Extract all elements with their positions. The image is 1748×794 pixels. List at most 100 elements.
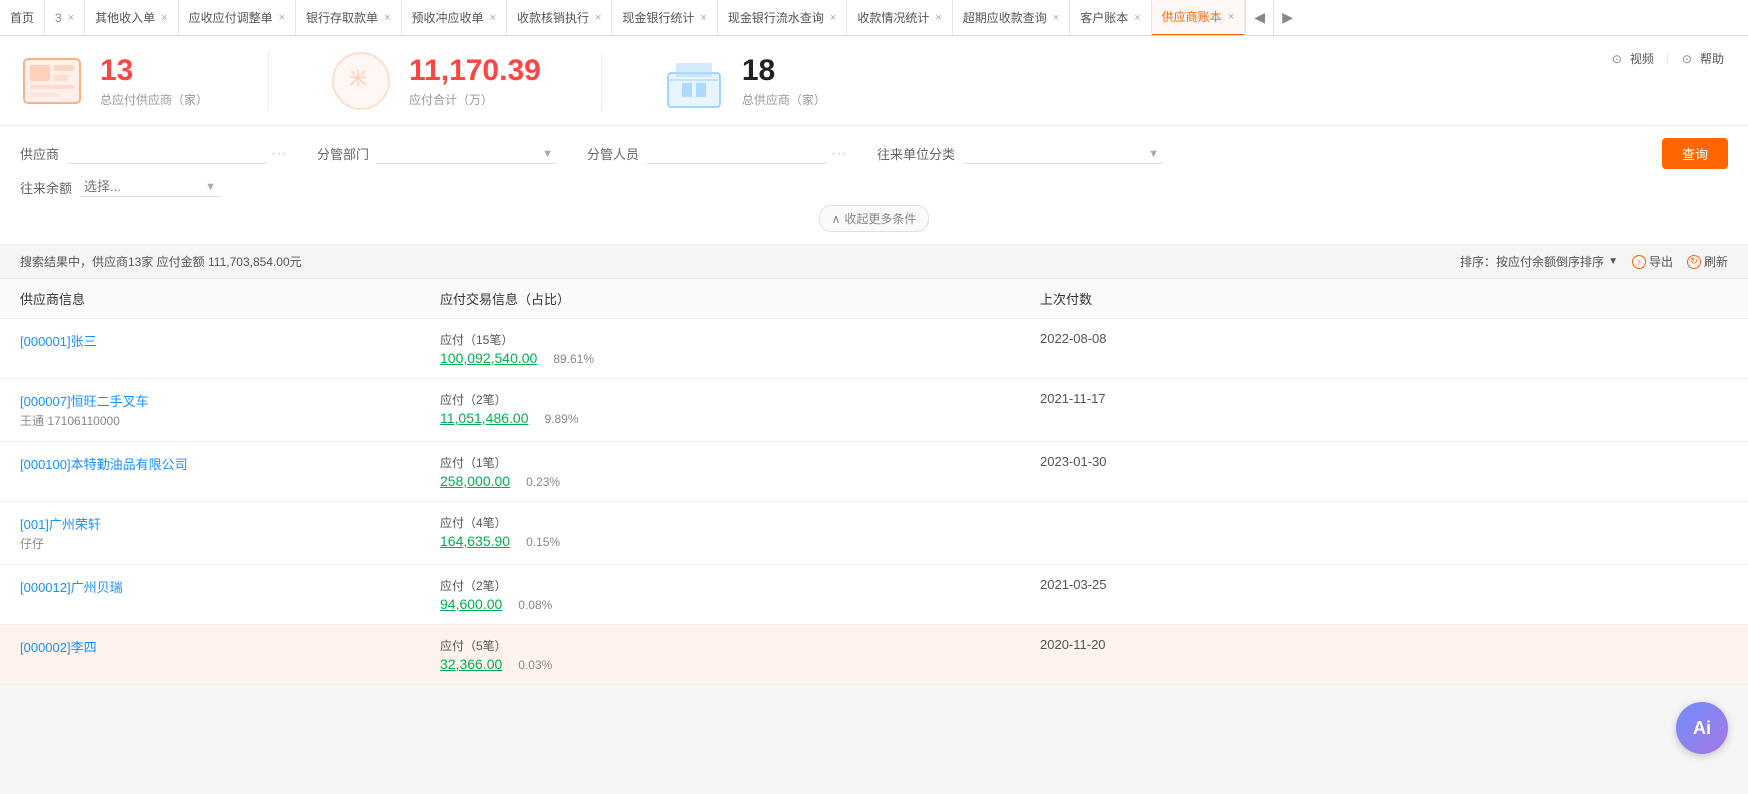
trans-amount-4[interactable]: 94,600.00	[440, 596, 502, 612]
filter-item-supplier: 供应商 ···	[20, 144, 287, 164]
supplier-input[interactable]	[67, 144, 267, 164]
trans-amount-0[interactable]: 100,092,540.00	[440, 350, 537, 366]
export-icon: ↑	[1632, 255, 1646, 269]
collapse-label: 收起更多条件	[844, 210, 916, 227]
nav-tab-advance-label: 预收冲应收单	[412, 9, 484, 26]
supplier-cell-1: [000007]恒旺二手叉车 王通 17106110000	[20, 391, 440, 429]
result-actions: 排序：按应付余额倒序排序 ▼ ↑ 导出 ↻ 刷新	[1460, 253, 1728, 270]
nav-tab-home[interactable]: 首页	[0, 0, 45, 36]
nav-tab-3[interactable]: 3 ×	[45, 0, 85, 36]
trans-row-2: 258,000.00 0.23%	[440, 473, 1040, 489]
nav-tab-3-close[interactable]: ×	[68, 12, 74, 24]
trans-row-1: 11,051,486.00 9.89%	[440, 410, 1040, 426]
supplier-dots-button[interactable]: ···	[271, 145, 287, 163]
trans-label-4: 应付（2笔）	[440, 577, 1040, 594]
nav-tab-cash-stats-close[interactable]: ×	[700, 12, 706, 24]
refresh-button[interactable]: ↻ 刷新	[1687, 253, 1728, 270]
nav-tab-bank[interactable]: 银行存取款单 ×	[296, 0, 401, 36]
nav-tab-customer-ledger-close[interactable]: ×	[1134, 12, 1140, 24]
trans-amount-1[interactable]: 11,051,486.00	[440, 410, 529, 426]
col-header-transaction: 应付交易信息（占比）	[440, 289, 1040, 308]
supplier-name-2: [000100]本特勤油品有限公司	[20, 454, 440, 473]
table-header: 供应商信息 应付交易信息（占比） 上次付数	[0, 279, 1748, 319]
trans-info-2: 应付（1笔） 258,000.00 0.23%	[440, 454, 1040, 489]
nav-tab-overdue-close[interactable]: ×	[1053, 12, 1059, 24]
filter-area: 供应商 ··· 分管部门 ▼ 分管人员 ··· 往来单位分类 ▼ 查询	[0, 126, 1748, 245]
trans-label-0: 应付（15笔）	[440, 331, 1040, 348]
collapse-button[interactable]: ∧ 收起更多条件	[819, 205, 930, 232]
ai-assistant-button[interactable]: Ai	[1676, 702, 1728, 754]
supplier-cell-2: [000100]本特勤油品有限公司	[20, 454, 440, 473]
nav-tab-adjust-label: 应收应付调整单	[189, 9, 273, 26]
supplier-link-5[interactable]: [000002]李四	[20, 640, 97, 655]
trans-info-3: 应付（4笔） 164,635.90 0.15%	[440, 514, 1040, 549]
nav-tab-collection[interactable]: 收款核销执行 ×	[507, 0, 612, 36]
nav-tab-payment-stats-close[interactable]: ×	[935, 12, 941, 24]
supplier-link-2[interactable]: [000100]本特勤油品有限公司	[20, 457, 188, 472]
nav-tab-supplier-ledger[interactable]: 供应商账本 ×	[1152, 0, 1245, 36]
nav-prev-arrow[interactable]: ◀	[1245, 0, 1273, 36]
lastpay-date-1: 2021-11-17	[1040, 391, 1106, 406]
table-row: [000001]张三 应付（15笔） 100,092,540.00 89.61%…	[0, 319, 1748, 379]
sort-label: 排序：按应付余额倒序排序	[1460, 253, 1604, 270]
nav-tab-adjust[interactable]: 应收应付调整单 ×	[179, 0, 296, 36]
person-dots-button[interactable]: ···	[831, 145, 847, 163]
nav-tab-overdue[interactable]: 超期应收款查询 ×	[953, 0, 1070, 36]
trans-pct-3: 0.15%	[526, 535, 560, 549]
trans-row-4: 94,600.00 0.08%	[440, 596, 1040, 612]
nav-tab-collection-close[interactable]: ×	[595, 12, 601, 24]
trans-amount-3[interactable]: 164,635.90	[440, 533, 510, 549]
table-row: [000012]广州贝瑞 应付（2笔） 94,600.00 0.08% 2021…	[0, 565, 1748, 625]
balance-input[interactable]	[80, 177, 220, 197]
export-button[interactable]: ↑ 导出	[1632, 253, 1673, 270]
nav-tab-cash-flow-label: 现金银行流水查询	[728, 9, 824, 26]
circle-play-icon: ⊙	[1612, 52, 1622, 66]
nav-tab-advance[interactable]: 预收冲应收单 ×	[402, 0, 507, 36]
nav-next-arrow[interactable]: ▶	[1273, 0, 1301, 36]
summary-top-right: ⊙ 视频 ｜ ⊙ 帮助	[1608, 50, 1728, 67]
nav-tab-cash-flow-close[interactable]: ×	[830, 12, 836, 24]
trans-label-2: 应付（1笔）	[440, 454, 1040, 471]
video-label[interactable]: 视频	[1630, 50, 1654, 67]
refresh-icon: ↻	[1687, 255, 1701, 269]
nav-tab-advance-close[interactable]: ×	[490, 12, 496, 24]
supplier-name-4: [000012]广州贝瑞	[20, 577, 440, 596]
nav-tab-customer-ledger[interactable]: 客户账本 ×	[1070, 0, 1151, 36]
supplier-link-1[interactable]: [000007]恒旺二手叉车	[20, 394, 149, 409]
trans-amount-2[interactable]: 258,000.00	[440, 473, 510, 489]
supplier-name-0: [000001]张三	[20, 331, 440, 350]
lastpay-date-0: 2022-08-08	[1040, 331, 1107, 346]
nav-tab-bank-close[interactable]: ×	[384, 12, 390, 24]
nav-tab-supplier-ledger-close[interactable]: ×	[1228, 11, 1234, 23]
dept-filter-label: 分管部门	[317, 144, 369, 163]
supplier-link-4[interactable]: [000012]广州贝瑞	[20, 580, 123, 595]
result-bar: 搜索结果中，供应商13家 应付金额 111,703,854.00元 排序：按应付…	[0, 245, 1748, 279]
lastpay-cell-0: 2022-08-08	[1040, 331, 1728, 346]
nav-tab-other-income-close[interactable]: ×	[161, 12, 167, 24]
help-label[interactable]: 帮助	[1700, 50, 1724, 67]
supplier-name-3: [001]广州荣轩	[20, 514, 440, 533]
nav-tab-cash-flow[interactable]: 现金银行流水查询 ×	[718, 0, 847, 36]
nav-tab-3-label: 3	[55, 11, 62, 25]
nav-tab-cash-stats[interactable]: 现金银行统计 ×	[612, 0, 717, 36]
nav-tab-other-income[interactable]: 其他收入单 ×	[85, 0, 178, 36]
collapse-chevron-icon: ∧	[832, 212, 841, 226]
summary-block-payable-amount: 米 11,170.39 应付合计（万）	[329, 49, 541, 113]
trans-info-0: 应付（15笔） 100,092,540.00 89.61%	[440, 331, 1040, 366]
trans-info-1: 应付（2笔） 11,051,486.00 9.89%	[440, 391, 1040, 426]
sort-button[interactable]: 排序：按应付余额倒序排序 ▼	[1460, 253, 1618, 270]
supplier-link-3[interactable]: [001]广州荣轩	[20, 517, 101, 532]
category-input[interactable]	[963, 144, 1163, 164]
nav-tab-payment-stats[interactable]: 收款情况统计 ×	[847, 0, 952, 36]
nav-tab-adjust-close[interactable]: ×	[279, 12, 285, 24]
person-input[interactable]	[647, 144, 827, 164]
result-text: 搜索结果中，供应商13家 应付金额 111,703,854.00元	[20, 253, 302, 270]
supplier-link-0[interactable]: [000001]张三	[20, 334, 97, 349]
query-button[interactable]: 查询	[1662, 138, 1728, 169]
dept-input[interactable]	[377, 144, 557, 164]
top-nav: 首页 3 × 其他收入单 × 应收应付调整单 × 银行存取款单 × 预收冲应收单…	[0, 0, 1748, 36]
trans-amount-5[interactable]: 32,366.00	[440, 656, 502, 672]
data-table: 供应商信息 应付交易信息（占比） 上次付数 [000001]张三 应付（15笔）…	[0, 279, 1748, 685]
trans-pct-0: 89.61%	[553, 352, 594, 366]
supplier-filter-label: 供应商	[20, 144, 59, 163]
